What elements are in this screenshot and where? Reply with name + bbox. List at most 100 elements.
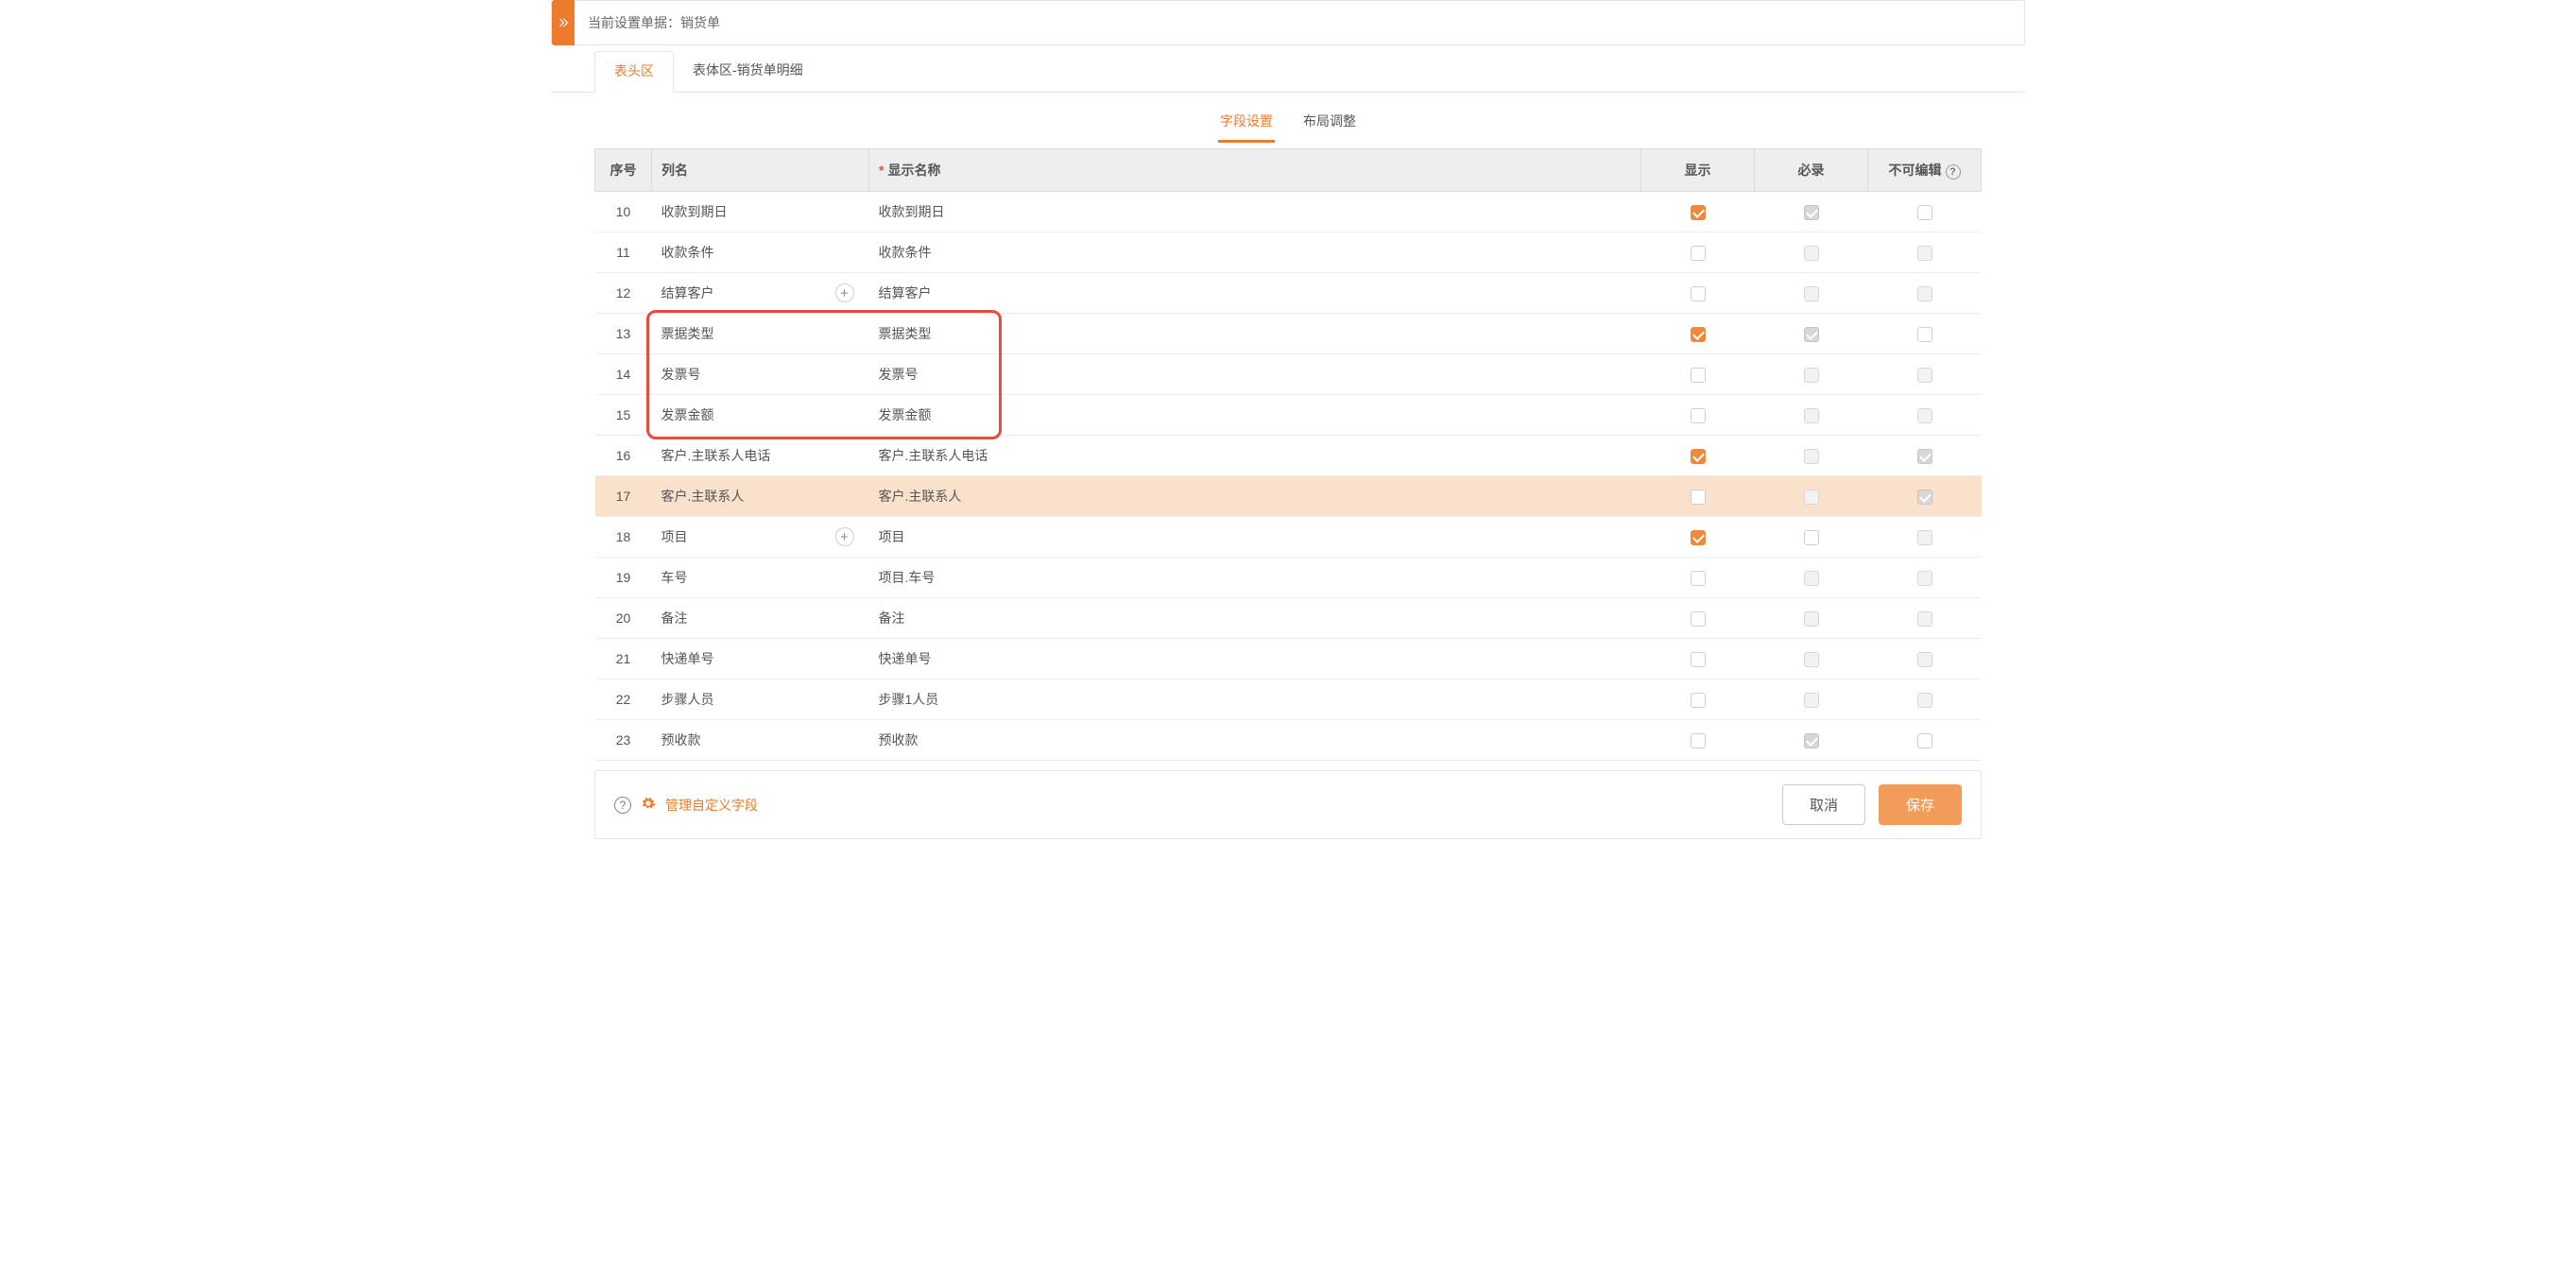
col-header-colname: 列名	[652, 149, 869, 192]
cell-display-name[interactable]: 发票号	[869, 354, 1641, 395]
table-row[interactable]: 18项目+项目	[595, 517, 1982, 558]
expand-plus-icon[interactable]: +	[835, 284, 854, 302]
col-header-locked: 不可编辑?	[1868, 149, 1982, 192]
cell-show	[1641, 558, 1755, 598]
cell-locked	[1868, 476, 1982, 517]
cell-colname: 发票号	[652, 354, 869, 395]
cell-display-name[interactable]: 票据类型	[869, 314, 1641, 354]
cell-required	[1755, 598, 1868, 639]
table-row[interactable]: 10收款到期日收款到期日	[595, 192, 1982, 232]
checkbox-show[interactable]	[1691, 652, 1706, 667]
checkbox-required	[1804, 246, 1819, 261]
cancel-button[interactable]: 取消	[1782, 784, 1865, 825]
checkbox-show[interactable]	[1691, 408, 1706, 423]
checkbox-locked	[1917, 408, 1932, 423]
table-row[interactable]: 23预收款预收款	[595, 720, 1982, 761]
cell-display-name[interactable]: 备注	[869, 598, 1641, 639]
checkbox-show[interactable]	[1691, 327, 1706, 342]
cell-display-name[interactable]: 项目	[869, 517, 1641, 558]
table-row[interactable]: 11收款条件收款条件	[595, 232, 1982, 273]
checkbox-show[interactable]	[1691, 286, 1706, 301]
table-row[interactable]: 20备注备注	[595, 598, 1982, 639]
checkbox-show[interactable]	[1691, 693, 1706, 708]
cell-display-name[interactable]: 发票金额	[869, 395, 1641, 436]
cell-locked	[1868, 679, 1982, 720]
checkbox-required[interactable]	[1804, 530, 1819, 545]
checkbox-show[interactable]	[1691, 530, 1706, 545]
checkbox-show[interactable]	[1691, 571, 1706, 586]
current-doc-label: 当前设置单据：销货单	[575, 13, 720, 32]
checkbox-required	[1804, 205, 1819, 220]
cell-serial: 13	[595, 314, 652, 354]
manage-custom-fields-link[interactable]: 管理自定义字段	[665, 796, 758, 815]
cell-serial: 20	[595, 598, 652, 639]
table-row[interactable]: 16客户.主联系人电话客户.主联系人电话	[595, 436, 1982, 476]
cell-required	[1755, 720, 1868, 761]
question-icon[interactable]: ?	[614, 797, 631, 814]
cell-required	[1755, 232, 1868, 273]
table-row[interactable]: 22步骤人员步骤1人员	[595, 679, 1982, 720]
cell-colname: 步骤人员	[652, 679, 869, 720]
checkbox-show[interactable]	[1691, 246, 1706, 261]
cell-show	[1641, 598, 1755, 639]
sub-tab-0[interactable]: 字段设置	[1218, 106, 1275, 143]
required-star-icon: *	[879, 163, 884, 178]
cell-required	[1755, 436, 1868, 476]
checkbox-locked[interactable]	[1917, 205, 1932, 220]
cell-display-name[interactable]: 结算客户	[869, 273, 1641, 314]
cell-show	[1641, 192, 1755, 232]
table-row[interactable]: 19车号项目.车号	[595, 558, 1982, 598]
cell-serial: 23	[595, 720, 652, 761]
col-header-show: 显示	[1641, 149, 1755, 192]
cell-display-name[interactable]: 预收款	[869, 720, 1641, 761]
cell-colname: 收款条件	[652, 232, 869, 273]
cell-show	[1641, 679, 1755, 720]
checkbox-show[interactable]	[1691, 611, 1706, 627]
cell-colname: 结算客户+	[652, 273, 869, 314]
cell-serial: 18	[595, 517, 652, 558]
checkbox-show[interactable]	[1691, 733, 1706, 748]
checkbox-required	[1804, 733, 1819, 748]
checkbox-locked	[1917, 652, 1932, 667]
cell-serial: 16	[595, 436, 652, 476]
checkbox-show[interactable]	[1691, 490, 1706, 505]
table-row[interactable]: 21快递单号快递单号	[595, 639, 1982, 679]
cell-display-name[interactable]: 收款到期日	[869, 192, 1641, 232]
expand-plus-icon[interactable]: +	[835, 527, 854, 546]
table-row[interactable]: 15发票金额发票金额	[595, 395, 1982, 436]
help-icon[interactable]: ?	[1946, 164, 1961, 180]
checkbox-locked	[1917, 571, 1932, 586]
cell-display-name[interactable]: 项目.车号	[869, 558, 1641, 598]
cell-locked	[1868, 639, 1982, 679]
cell-colname: 备注	[652, 598, 869, 639]
checkbox-locked[interactable]	[1917, 733, 1932, 748]
table-row[interactable]: 13票据类型票据类型	[595, 314, 1982, 354]
table-row[interactable]: 14发票号发票号	[595, 354, 1982, 395]
cell-locked	[1868, 720, 1982, 761]
cell-required	[1755, 679, 1868, 720]
cell-display-name[interactable]: 快递单号	[869, 639, 1641, 679]
save-button[interactable]: 保存	[1879, 784, 1962, 825]
checkbox-required	[1804, 490, 1819, 505]
cell-display-name[interactable]: 客户.主联系人	[869, 476, 1641, 517]
cell-display-name[interactable]: 收款条件	[869, 232, 1641, 273]
cell-display-name[interactable]: 客户.主联系人电话	[869, 436, 1641, 476]
checkbox-locked[interactable]	[1917, 327, 1932, 342]
top-tab-0[interactable]: 表头区	[594, 51, 674, 93]
checkbox-required	[1804, 408, 1819, 423]
checkbox-show[interactable]	[1691, 205, 1706, 220]
table-row[interactable]: 12结算客户+结算客户	[595, 273, 1982, 314]
cell-required	[1755, 558, 1868, 598]
top-tab-1[interactable]: 表体区-销货单明细	[674, 51, 822, 92]
checkbox-show[interactable]	[1691, 368, 1706, 383]
cell-serial: 14	[595, 354, 652, 395]
sub-tab-1[interactable]: 布局调整	[1301, 106, 1358, 143]
cell-serial: 22	[595, 679, 652, 720]
cell-required	[1755, 314, 1868, 354]
cell-display-name[interactable]: 步骤1人员	[869, 679, 1641, 720]
collapse-toggle[interactable]	[552, 0, 575, 45]
checkbox-required	[1804, 571, 1819, 586]
cell-locked	[1868, 598, 1982, 639]
checkbox-show[interactable]	[1691, 449, 1706, 464]
table-row[interactable]: 17客户.主联系人客户.主联系人	[595, 476, 1982, 517]
